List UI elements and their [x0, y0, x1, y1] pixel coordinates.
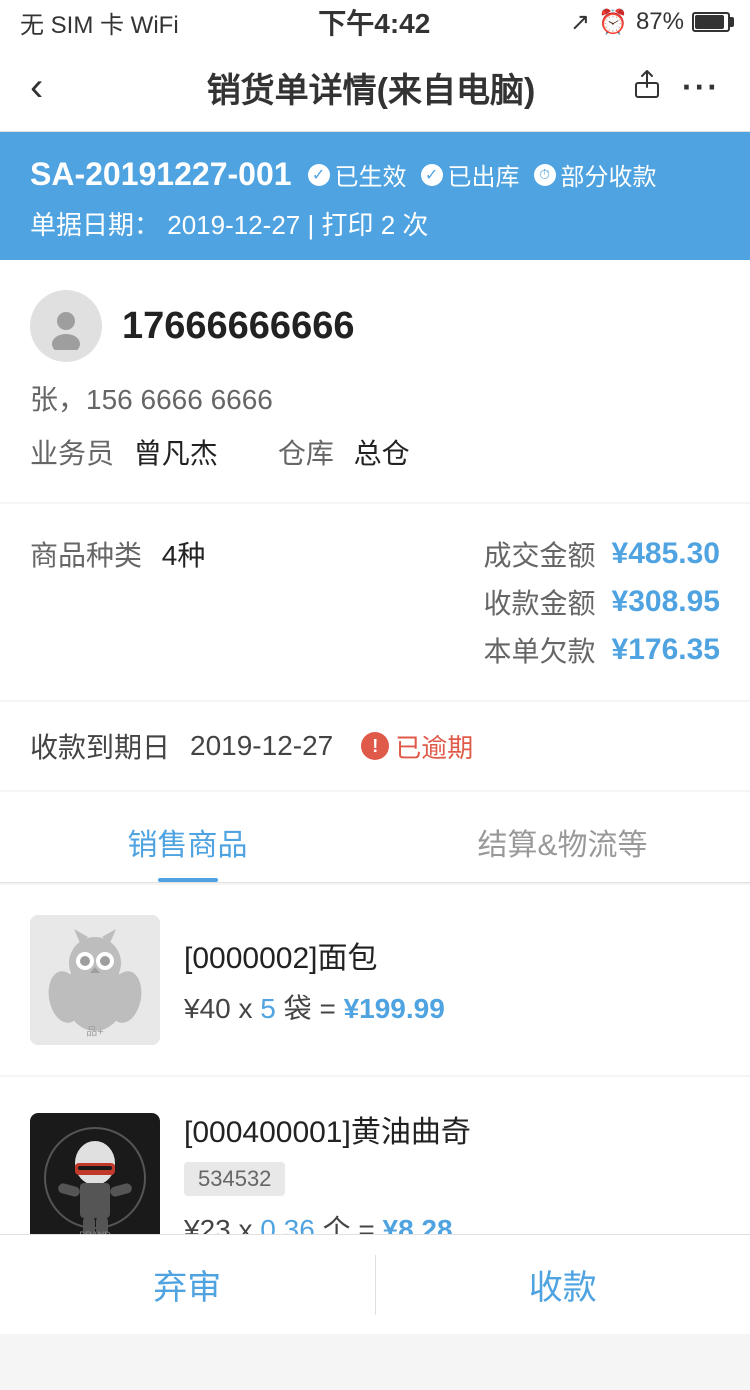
tab-settlement-label: 结算&物流等	[477, 829, 647, 862]
back-button[interactable]: ‹	[30, 65, 43, 110]
product-1-qty: 5	[260, 993, 276, 1024]
battery-icon	[692, 12, 730, 32]
received-label: 收款金额	[484, 582, 596, 622]
staff-name: 曾凡杰	[134, 438, 218, 469]
date-separator: |	[307, 210, 321, 240]
product-1-price-unit: ¥40	[184, 993, 231, 1024]
customer-phone: 17666666666	[122, 305, 354, 348]
location-icon: ↗	[570, 8, 590, 37]
print-info: 打印 2 次	[321, 210, 428, 240]
tab-sales-products-label: 销售商品	[128, 829, 248, 862]
reject-button[interactable]: 弃审	[0, 1240, 375, 1329]
badge-partial-text: 部分收款	[561, 157, 657, 192]
tab-settlement[interactable]: 结算&物流等	[375, 792, 750, 882]
due-date-value: 2019-12-27	[190, 730, 333, 762]
clock-icon: ⏱	[534, 164, 556, 186]
overdue-badge: ! 已逾期	[361, 728, 473, 765]
order-badges: ✓ 已生效 ✓ 已出库 ⏱ 部分收款	[308, 157, 657, 192]
received-value: ¥308.95	[612, 585, 720, 619]
product-item: 品+ [0000002]面包 ¥40 x 5 袋 = ¥199.99	[0, 885, 750, 1075]
badge-shipped: ✓ 已出库	[421, 157, 520, 192]
staff-label: 业务员	[30, 438, 114, 469]
status-bar-left: 无 SIM 卡 WiFi	[20, 5, 179, 40]
due-card: 收款到期日 2019-12-27 ! 已逾期	[0, 702, 750, 790]
check-icon-2: ✓	[421, 164, 443, 186]
order-header: SA-20191227-001 ✓ 已生效 ✓ 已出库 ⏱ 部分收款 单据日期：…	[0, 132, 750, 260]
status-bar-right: ↗ ⏰ 87%	[570, 8, 730, 37]
battery-text: 87%	[636, 8, 684, 36]
staff-info: 业务员 曾凡杰	[30, 432, 218, 472]
more-button[interactable]: ···	[682, 69, 720, 106]
collect-payment-button[interactable]: 收款	[376, 1240, 750, 1329]
owe-row: 本单欠款 ¥176.35	[484, 630, 720, 670]
stats-right: 成交金额 ¥485.30 收款金额 ¥308.95 本单欠款 ¥176.35	[484, 534, 720, 670]
product-1-total: ¥199.99	[344, 993, 445, 1024]
stats-left: 商品种类 4种	[30, 534, 205, 578]
nav-bar-left: ‹	[30, 65, 110, 110]
alarm-icon: ⏰	[598, 8, 628, 37]
tabs: 销售商品 结算&物流等	[0, 792, 750, 883]
svg-text:品+: 品+	[86, 1025, 103, 1038]
product-1-equals: =	[319, 993, 343, 1024]
page-title: 销货单详情(来自电脑)	[207, 63, 536, 112]
product-1-name: [0000002]面包	[184, 933, 720, 977]
customer-avatar	[30, 290, 102, 362]
overdue-icon: !	[361, 732, 389, 760]
order-header-date: 单据日期： 2019-12-27 | 打印 2 次	[30, 205, 720, 242]
product-2-name: [000400001]黄油曲奇	[184, 1107, 720, 1151]
amount-label: 成交金额	[484, 534, 596, 574]
status-bar-time: 下午4:42	[318, 2, 430, 42]
order-id: SA-20191227-001	[30, 156, 292, 193]
due-label: 收款到期日	[30, 726, 170, 766]
customer-meta: 业务员 曾凡杰 仓库 总仓	[30, 432, 720, 472]
product-type-label: 商品种类	[30, 540, 142, 571]
customer-card: 17666666666 张，156 6666 6666 业务员 曾凡杰 仓库 总…	[0, 260, 750, 502]
order-header-row1: SA-20191227-001 ✓ 已生效 ✓ 已出库 ⏱ 部分收款	[30, 156, 720, 193]
product-1-multiply: x	[239, 993, 261, 1024]
received-row: 收款金额 ¥308.95	[484, 582, 720, 622]
warehouse-name: 总仓	[354, 438, 410, 469]
product-2-info: [000400001]黄油曲奇 534532 ¥23 x 0.36 个 = ¥8…	[184, 1107, 720, 1248]
share-button[interactable]	[632, 69, 662, 106]
product-2-thumb: BRAND	[30, 1113, 160, 1243]
date-value: 2019-12-27	[167, 210, 300, 240]
nav-bar-right: ···	[632, 69, 720, 106]
nav-bar: ‹ 销货单详情(来自电脑) ···	[0, 44, 750, 132]
badge-shipped-text: 已出库	[448, 157, 520, 192]
check-icon-1: ✓	[308, 164, 330, 186]
product-type-value: 4种	[162, 540, 206, 571]
product-type-row: 商品种类 4种	[30, 534, 205, 574]
customer-name-detail: 张，156 6666 6666	[30, 378, 720, 418]
warehouse-label: 仓库	[278, 438, 334, 469]
badge-partial: ⏱ 部分收款	[534, 157, 657, 192]
product-2-tag: 534532	[184, 1162, 285, 1196]
product-1-price: ¥40 x 5 袋 = ¥199.99	[184, 987, 720, 1027]
no-sim-text: 无 SIM 卡 WiFi	[20, 5, 179, 40]
overdue-text: 已逾期	[395, 728, 473, 765]
amount-row: 成交金额 ¥485.30	[484, 534, 720, 574]
stats-card: 商品种类 4种 成交金额 ¥485.30 收款金额 ¥308.95 本单欠款 ¥…	[0, 504, 750, 700]
owe-value: ¥176.35	[612, 633, 720, 667]
date-label: 单据日期：	[30, 210, 160, 240]
product-1-unit: 袋	[284, 993, 312, 1024]
status-bar: 无 SIM 卡 WiFi 下午4:42 ↗ ⏰ 87%	[0, 0, 750, 44]
badge-effective: ✓ 已生效	[308, 157, 407, 192]
customer-row1: 17666666666	[30, 290, 720, 362]
product-1-thumb: 品+	[30, 915, 160, 1045]
warehouse-info: 仓库 总仓	[278, 432, 410, 472]
amount-value: ¥485.30	[612, 537, 720, 571]
bottom-bar: 弃审 收款	[0, 1234, 750, 1334]
product-1-info: [0000002]面包 ¥40 x 5 袋 = ¥199.99	[184, 933, 720, 1027]
owe-label: 本单欠款	[484, 630, 596, 670]
badge-effective-text: 已生效	[335, 157, 407, 192]
tab-sales-products[interactable]: 销售商品	[0, 792, 375, 882]
